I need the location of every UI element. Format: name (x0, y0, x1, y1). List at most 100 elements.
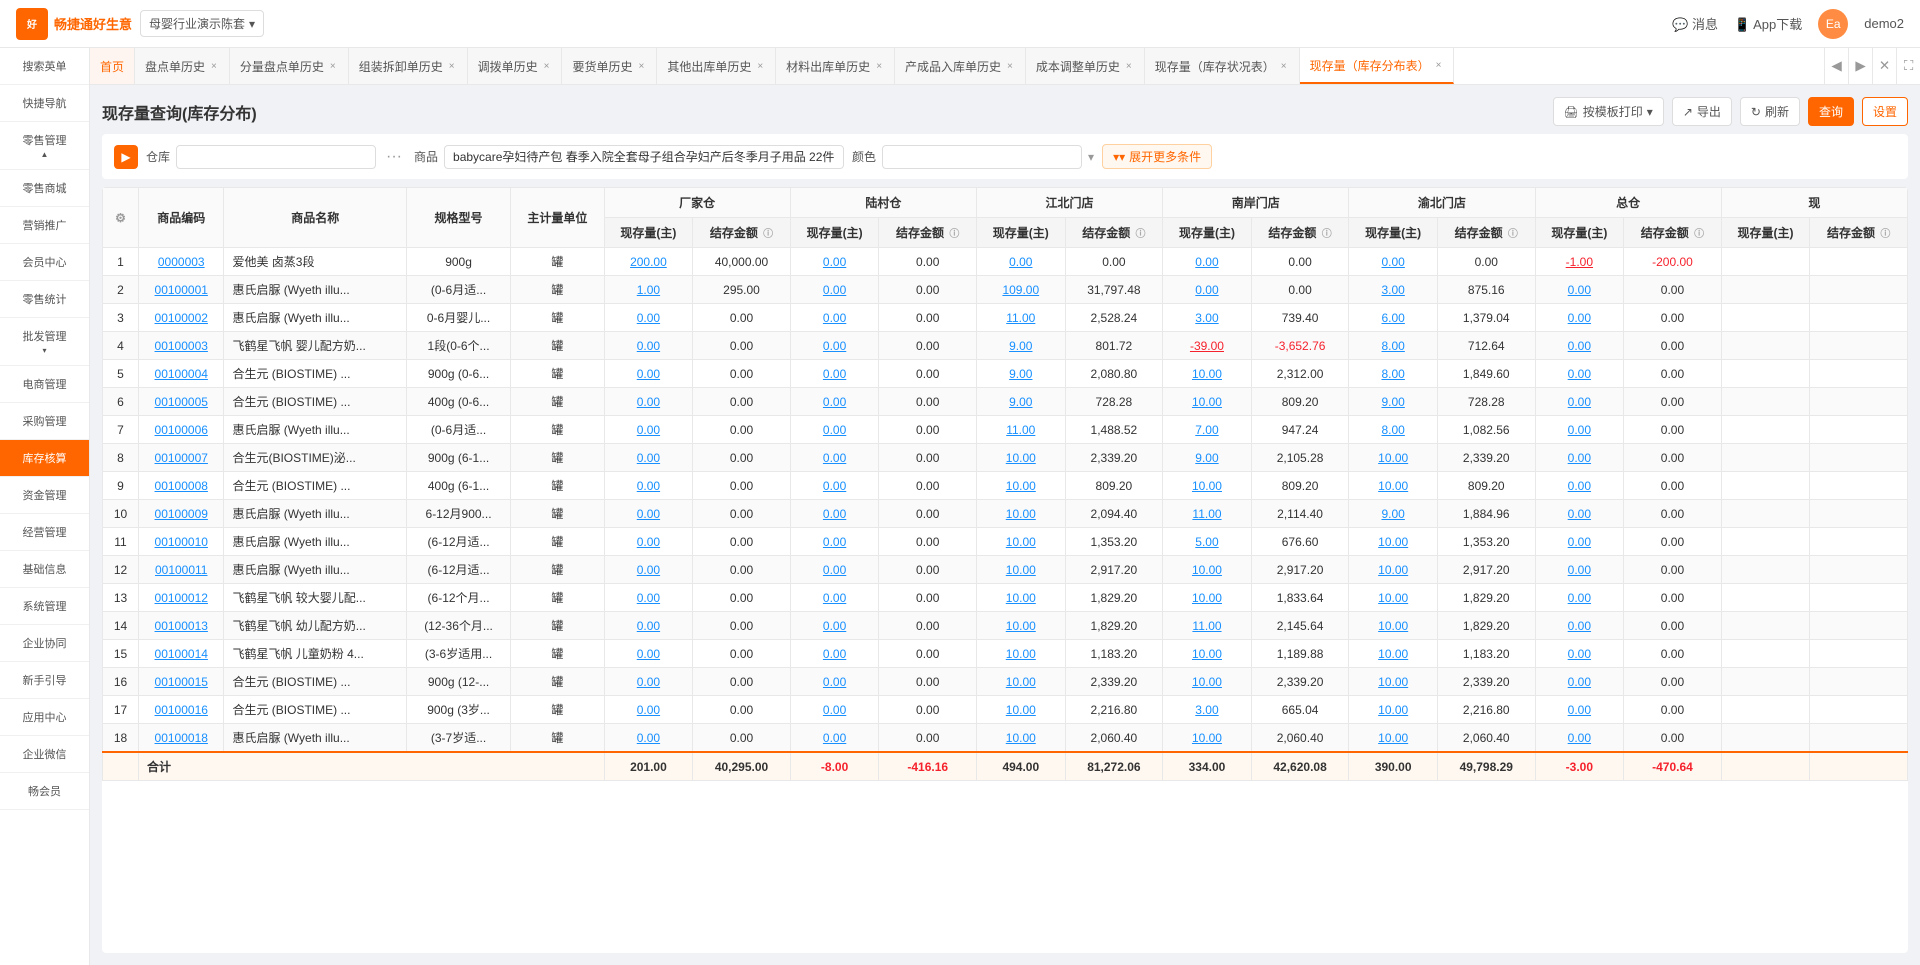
row-x-amt (1810, 724, 1908, 753)
tab-inventory-check[interactable]: 盘点单历史 × (135, 48, 230, 84)
sidebar-item-wechat[interactable]: 企业微信 (0, 736, 89, 773)
tab-requisition[interactable]: 要货单历史 × (562, 48, 657, 84)
tab-assembly[interactable]: 组装拆卸单历史 × (349, 48, 468, 84)
row-jb-amt: 1,183.20 (1065, 640, 1163, 668)
col-group-na: 南岸门店 (1163, 188, 1349, 218)
row-jb-amt: 2,528.24 (1065, 304, 1163, 332)
row-yb-qty: 3.00 (1349, 276, 1438, 304)
tab-transfer[interactable]: 调拨单历史 × (468, 48, 563, 84)
col-group-fj: 厂家仓 (604, 188, 790, 218)
close-icon[interactable]: × (328, 60, 338, 73)
tab-close-all[interactable]: ✕ (1872, 48, 1896, 84)
close-icon[interactable]: × (755, 60, 765, 73)
message-btn[interactable]: 💬 消息 (1672, 14, 1718, 33)
tab-stock-dist[interactable]: 现存量（库存分布表）× (1300, 48, 1455, 84)
close-icon[interactable]: × (1434, 59, 1444, 72)
settings-button[interactable]: 设置 (1862, 97, 1908, 126)
app-download-btn[interactable]: 📱 App下载 (1734, 14, 1802, 33)
tab-cost-adj[interactable]: 成本调整单历史 × (1026, 48, 1145, 84)
sidebar-item-finance[interactable]: 资金管理 (0, 477, 89, 514)
sidebar-item-quick-nav[interactable]: 快捷导航 (0, 85, 89, 122)
tab-stock-status[interactable]: 现存量（库存状况表）× (1145, 48, 1300, 84)
table-row: 3 00100002 惠氏启脲 (Wyeth illu... 0-6月婴儿...… (103, 304, 1908, 332)
row-fj-qty: 0.00 (604, 416, 693, 444)
sidebar-item-ops-mgmt[interactable]: 经营管理 (0, 514, 89, 551)
close-icon[interactable]: × (1279, 60, 1289, 73)
row-yb-amt: 2,339.20 (1437, 668, 1535, 696)
filter-collapse-btn[interactable]: ▶ (114, 145, 138, 169)
goods-input[interactable] (444, 145, 844, 169)
close-icon[interactable]: × (1005, 60, 1015, 73)
tab-product-in[interactable]: 产成品入库单历史 × (895, 48, 1026, 84)
row-name: 合生元 (BIOSTIME) ... (224, 696, 407, 724)
col-na-qty: 现存量(主) (1163, 218, 1252, 248)
summary-zc-amt: -470.64 (1624, 752, 1722, 781)
color-input[interactable] (882, 145, 1082, 169)
col-jb-qty: 现存量(主) (976, 218, 1065, 248)
row-na-qty: 0.00 (1163, 248, 1252, 276)
sidebar-item-guide[interactable]: 新手引导 (0, 662, 89, 699)
gear-icon[interactable]: ⚙ (115, 211, 126, 225)
sidebar-item-appstore[interactable]: 应用中心 (0, 699, 89, 736)
info-icon[interactable]: ⓘ (1508, 229, 1518, 240)
row-code: 00100013 (139, 612, 224, 640)
row-x-amt (1810, 472, 1908, 500)
expand-toggle[interactable]: ▾▾ 展开更多条件 (1102, 144, 1212, 169)
row-yb-amt: 0.00 (1437, 248, 1535, 276)
sidebar-item-retail-stats[interactable]: 零售统计 (0, 281, 89, 318)
close-icon[interactable]: × (636, 60, 646, 73)
sidebar-item-retail-mall[interactable]: 零售商城 (0, 170, 89, 207)
row-name: 合生元 (BIOSTIME) ... (224, 388, 407, 416)
tab-expand[interactable]: ⛶ (1896, 48, 1920, 84)
warehouse-input[interactable] (176, 145, 376, 169)
sidebar-item-purchase[interactable]: 采购管理 (0, 403, 89, 440)
close-icon[interactable]: × (447, 60, 457, 73)
sidebar-item-basics[interactable]: 基础信息 (0, 551, 89, 588)
summary-jb-amt: 81,272.06 (1065, 752, 1163, 781)
row-yb-qty: 8.00 (1349, 416, 1438, 444)
row-name: 飞鹤星飞帆 儿童奶粉 4... (224, 640, 407, 668)
tab-material-out[interactable]: 材料出库单历史 × (776, 48, 895, 84)
info-icon[interactable]: ⓘ (1694, 229, 1704, 240)
row-zc-amt: 0.00 (1624, 276, 1722, 304)
row-zc-qty: 0.00 (1535, 528, 1624, 556)
tab-scroll-left[interactable]: ◀ (1824, 48, 1848, 84)
info-icon[interactable]: ⓘ (1322, 229, 1332, 240)
refresh-button[interactable]: ↻ 刷新 (1740, 97, 1800, 126)
row-x-amt (1810, 444, 1908, 472)
close-icon[interactable]: × (874, 60, 884, 73)
sidebar-item-search[interactable]: 搜索英单 (0, 48, 89, 85)
tab-other-out[interactable]: 其他出库单历史 × (657, 48, 776, 84)
query-button[interactable]: 查询 (1808, 97, 1854, 126)
print-button[interactable]: 🖨 按模板打印 ▾ (1553, 97, 1664, 126)
close-icon[interactable]: × (1124, 60, 1134, 73)
warehouse-dots-btn[interactable]: ··· (382, 148, 406, 166)
sidebar-item-ecommerce[interactable]: 电商管理 (0, 366, 89, 403)
industry-selector[interactable]: 母婴行业演示陈套 ▾ (140, 10, 264, 37)
tab-split-check[interactable]: 分量盘点单历史 × (230, 48, 349, 84)
sidebar-item-wholesale[interactable]: 批发管理 ▾ (0, 318, 89, 366)
row-unit: 罐 (511, 612, 605, 640)
row-spec: (6-12月适... (407, 556, 511, 584)
sidebar-item-marketing[interactable]: 营销推广 (0, 207, 89, 244)
info-icon[interactable]: ⓘ (1136, 229, 1146, 240)
row-fj-qty: 0.00 (604, 360, 693, 388)
info-icon[interactable]: ⓘ (763, 229, 773, 240)
sidebar-item-enterprise[interactable]: 企业协同 (0, 625, 89, 662)
sidebar-item-inventory[interactable]: 库存核算 (0, 440, 89, 477)
row-zc-qty: 0.00 (1535, 276, 1624, 304)
row-fj-amt: 0.00 (693, 416, 791, 444)
info-icon[interactable]: ⓘ (949, 229, 959, 240)
sidebar-item-retail-mgmt[interactable]: 零售管理 ▲ (0, 122, 89, 170)
tab-scroll-right[interactable]: ▶ (1848, 48, 1872, 84)
table-row: 17 00100016 合生元 (BIOSTIME) ... 900g (3岁.… (103, 696, 1908, 724)
row-lc-qty: 0.00 (790, 388, 879, 416)
export-button[interactable]: ↗ 导出 (1672, 97, 1732, 126)
close-icon[interactable]: × (542, 60, 552, 73)
sidebar-item-system[interactable]: 系统管理 (0, 588, 89, 625)
close-icon[interactable]: × (209, 60, 219, 73)
sidebar-item-member[interactable]: 会员中心 (0, 244, 89, 281)
info-icon[interactable]: ⓘ (1880, 229, 1890, 240)
tab-home[interactable]: 首页 (90, 48, 135, 84)
sidebar-item-members2[interactable]: 畅会员 (0, 773, 89, 810)
